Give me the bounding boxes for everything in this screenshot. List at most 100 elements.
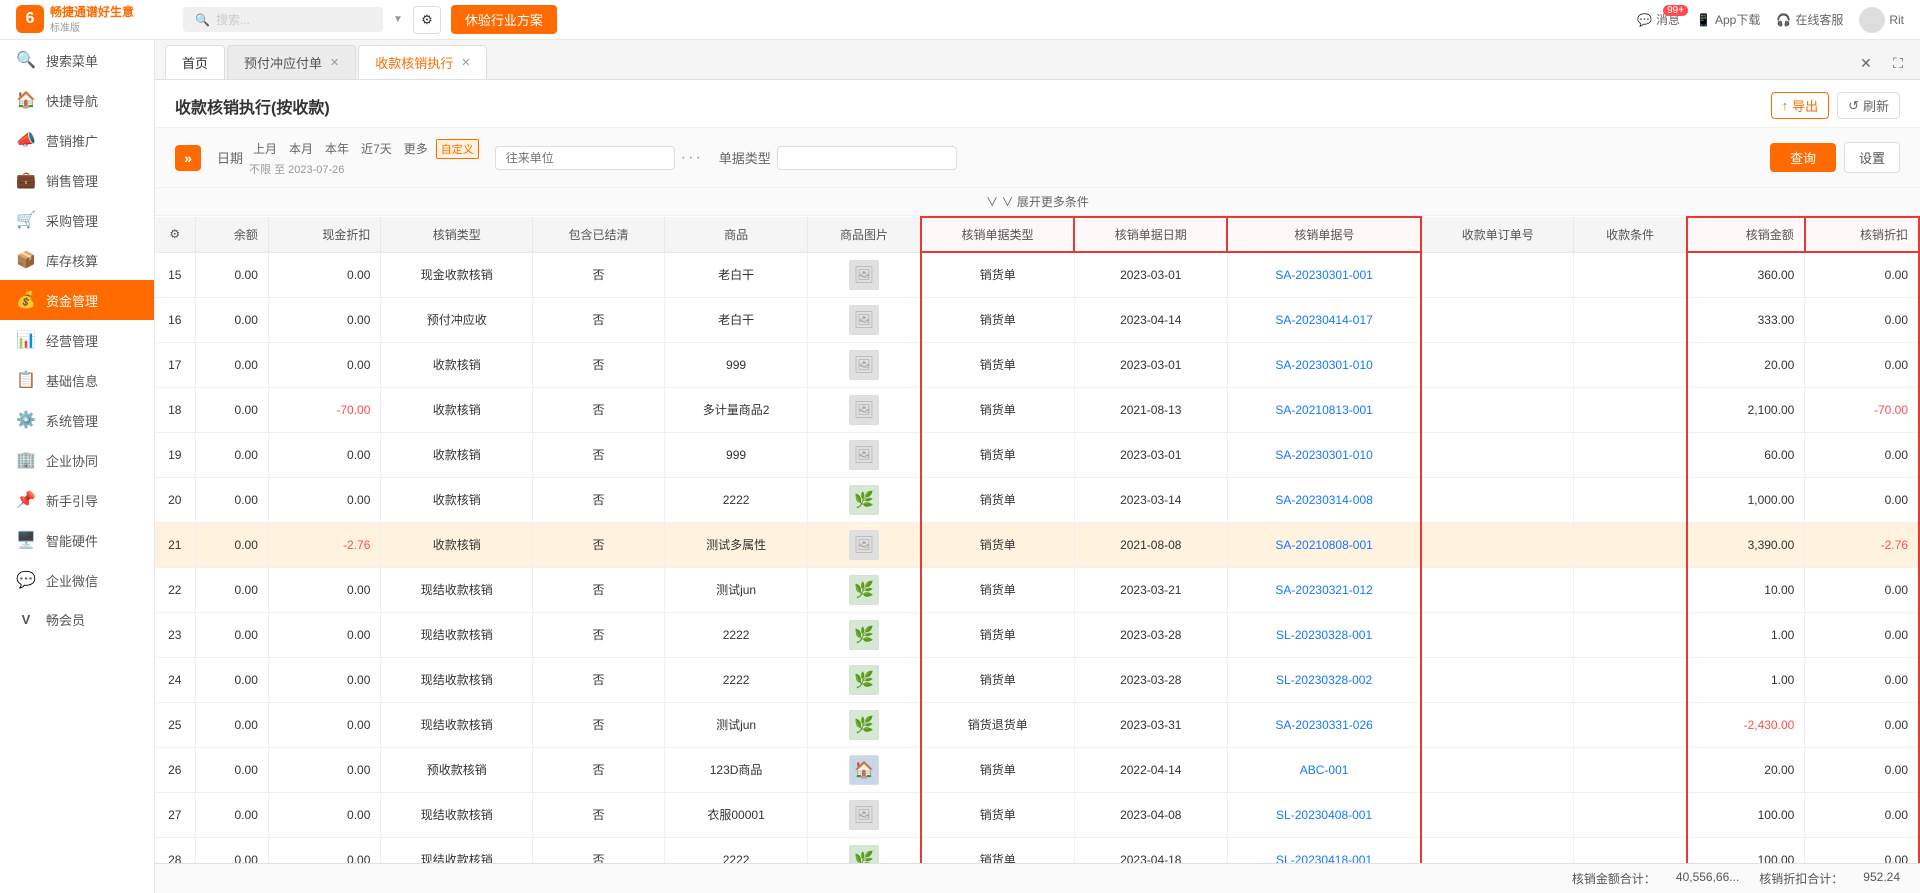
management-icon: 📊 bbox=[16, 330, 36, 350]
cell-verify-discount: 0.00 bbox=[1805, 297, 1919, 342]
th-goods-image: 商品图片 bbox=[808, 217, 921, 252]
sidebar-item-search-menu[interactable]: 🔍 搜索菜单 bbox=[0, 40, 154, 80]
footer-verify-amount-label: 核销金额合计： bbox=[1572, 870, 1656, 887]
tab-receipt-verify-close[interactable]: ✕ bbox=[461, 56, 470, 69]
cell-goods-image: 🏠 bbox=[808, 747, 921, 792]
date-opt-last-month[interactable]: 上月 bbox=[249, 138, 281, 159]
settings-button[interactable]: 设置 bbox=[1844, 142, 1900, 173]
sidebar-item-finance[interactable]: 💰 资金管理 bbox=[0, 280, 154, 320]
sidebar-item-sales[interactable]: 💼 销售管理 bbox=[0, 160, 154, 200]
top-right: 💬 消息 99+ 📱 App下载 🎧 在线客服 Rit bbox=[1637, 7, 1904, 33]
online-service-button[interactable]: 🎧 在线客服 bbox=[1776, 11, 1843, 28]
table-row: 16 0.00 0.00 预付冲应收 否 老白干 🖼 销货单 2023-04-1… bbox=[155, 297, 1919, 342]
date-label: 日期 bbox=[217, 148, 243, 167]
cell-balance: 0.00 bbox=[195, 747, 268, 792]
cell-id: 28 bbox=[155, 837, 195, 863]
cell-bill-no[interactable]: SA-20210808-001 bbox=[1227, 522, 1421, 567]
tab-prepay-close[interactable]: ✕ bbox=[330, 56, 339, 69]
sidebar-item-marketing[interactable]: 📣 营销推广 bbox=[0, 120, 154, 160]
query-button[interactable]: 查询 bbox=[1770, 143, 1836, 172]
cell-verify-amount: 60.00 bbox=[1687, 432, 1805, 477]
top-center: 🔍 搜索... ▼ ⚙ 休验行业方案 bbox=[183, 5, 1625, 34]
sidebar-item-system[interactable]: ⚙️ 系统管理 bbox=[0, 400, 154, 440]
date-opt-7days[interactable]: 近7天 bbox=[357, 138, 396, 159]
table-row: 15 0.00 0.00 现金收款核销 否 老白干 🖼 销货单 2023-03-… bbox=[155, 252, 1919, 297]
sidebar-item-enterprise[interactable]: 🏢 企业协同 bbox=[0, 440, 154, 480]
cell-receipt-order bbox=[1421, 387, 1573, 432]
cell-bill-no[interactable]: SL-20230408-001 bbox=[1227, 792, 1421, 837]
cell-receipt-order bbox=[1421, 252, 1573, 297]
cell-bill-no[interactable]: SL-20230328-002 bbox=[1227, 657, 1421, 702]
sidebar-item-guide[interactable]: 📌 新手引导 bbox=[0, 480, 154, 520]
filter-toggle-button[interactable]: » bbox=[175, 145, 201, 171]
tab-prepay[interactable]: 预付冲应付单 ✕ bbox=[227, 45, 356, 79]
cell-include-settled: 否 bbox=[533, 792, 665, 837]
cell-id: 27 bbox=[155, 792, 195, 837]
cell-bill-date: 2023-03-14 bbox=[1074, 477, 1227, 522]
cell-receipt-order bbox=[1421, 522, 1573, 567]
footer-verify-discount-total: 952.24 bbox=[1863, 870, 1900, 887]
maximize-button[interactable]: ⛶ bbox=[1886, 51, 1910, 75]
date-opt-more[interactable]: 更多 bbox=[400, 138, 432, 159]
cell-verify-discount: 0.00 bbox=[1805, 612, 1919, 657]
sidebar-item-quick-nav[interactable]: 🏠 快捷导航 bbox=[0, 80, 154, 120]
app-download-button[interactable]: 📱 App下载 bbox=[1696, 11, 1760, 28]
cell-verify-discount: 0.00 bbox=[1805, 567, 1919, 612]
cell-verify-discount: 0.00 bbox=[1805, 747, 1919, 792]
cell-bill-no[interactable]: SA-20210813-001 bbox=[1227, 387, 1421, 432]
notifications-button[interactable]: 💬 消息 99+ bbox=[1637, 11, 1680, 28]
cell-verify-discount: 0.00 bbox=[1805, 432, 1919, 477]
cell-bill-no[interactable]: SL-20230418-001 bbox=[1227, 837, 1421, 863]
refresh-button[interactable]: ↺ 刷新 bbox=[1837, 92, 1900, 119]
bill-type-select[interactable] bbox=[777, 146, 957, 170]
sidebar-item-purchase[interactable]: 🛒 采购管理 bbox=[0, 200, 154, 240]
sidebar-item-inventory[interactable]: 📦 库存核算 bbox=[0, 240, 154, 280]
cell-goods: 老白干 bbox=[665, 252, 808, 297]
cell-cash-discount: 0.00 bbox=[268, 837, 381, 863]
sidebar-item-wechat[interactable]: 💬 企业微信 bbox=[0, 560, 154, 600]
cell-bill-no[interactable]: SA-20230301-010 bbox=[1227, 432, 1421, 477]
cell-verify-amount: 1.00 bbox=[1687, 612, 1805, 657]
cell-include-settled: 否 bbox=[533, 747, 665, 792]
export-button[interactable]: ↑ 导出 bbox=[1771, 92, 1830, 119]
th-bill-report-type: 核销单据类型 bbox=[921, 217, 1074, 252]
page-header: 收款核销执行(按收款) ↑ 导出 ↺ 刷新 bbox=[155, 80, 1920, 128]
cell-bill-no[interactable]: SL-20230328-001 bbox=[1227, 612, 1421, 657]
expand-more-bar[interactable]: ∨ ∨ 展开更多条件 bbox=[155, 188, 1920, 216]
cell-bill-date: 2023-03-28 bbox=[1074, 657, 1227, 702]
sidebar-item-basic-info[interactable]: 📋 基础信息 bbox=[0, 360, 154, 400]
goods-image: 🖼 bbox=[849, 440, 879, 470]
sidebar-item-member[interactable]: V 畅会员 bbox=[0, 600, 154, 639]
cell-bill-no[interactable]: ABC-001 bbox=[1227, 747, 1421, 792]
cell-goods: 测试多属性 bbox=[665, 522, 808, 567]
counterparty-input[interactable] bbox=[495, 146, 675, 170]
tab-receipt-verify[interactable]: 收款核销执行 ✕ bbox=[358, 45, 487, 79]
cell-bill-no[interactable]: SA-20230301-001 bbox=[1227, 252, 1421, 297]
close-tab-button[interactable]: ✕ bbox=[1854, 51, 1878, 75]
th-receipt-condition: 收款条件 bbox=[1574, 217, 1687, 252]
gear-button[interactable]: ⚙ bbox=[413, 6, 441, 34]
date-opt-custom[interactable]: 自定义 bbox=[436, 139, 479, 159]
cell-receipt-cond bbox=[1574, 747, 1687, 792]
cell-bill-no[interactable]: SA-20230301-010 bbox=[1227, 342, 1421, 387]
cell-id: 24 bbox=[155, 657, 195, 702]
cell-balance: 0.00 bbox=[195, 432, 268, 477]
cell-verify-discount: -70.00 bbox=[1805, 387, 1919, 432]
cell-bill-date: 2021-08-13 bbox=[1074, 387, 1227, 432]
cell-verify-discount: -2.76 bbox=[1805, 522, 1919, 567]
cell-bill-no[interactable]: SA-20230414-017 bbox=[1227, 297, 1421, 342]
sidebar-item-hardware[interactable]: 🖥️ 智能硬件 bbox=[0, 520, 154, 560]
footer-verify-discount-label: 核销折扣合计： bbox=[1759, 870, 1843, 887]
user-menu[interactable]: Rit bbox=[1859, 7, 1904, 33]
tab-home[interactable]: 首页 bbox=[165, 45, 225, 79]
filter-bar: » 日期 上月 本月 本年 近7天 更多 自定义 不限 至 2023-07-26 bbox=[155, 128, 1920, 188]
cell-bill-no[interactable]: SA-20230314-008 bbox=[1227, 477, 1421, 522]
cell-bill-no[interactable]: SA-20230321-012 bbox=[1227, 567, 1421, 612]
date-options: 上月 本月 本年 近7天 更多 自定义 不限 至 2023-07-26 bbox=[249, 138, 479, 177]
date-opt-this-year[interactable]: 本年 bbox=[321, 138, 353, 159]
cell-bill-type: 销货单 bbox=[921, 522, 1074, 567]
date-opt-this-month[interactable]: 本月 bbox=[285, 138, 317, 159]
industry-button[interactable]: 休验行业方案 bbox=[451, 5, 557, 34]
cell-bill-no[interactable]: SA-20230331-026 bbox=[1227, 702, 1421, 747]
sidebar-item-management[interactable]: 📊 经营管理 bbox=[0, 320, 154, 360]
